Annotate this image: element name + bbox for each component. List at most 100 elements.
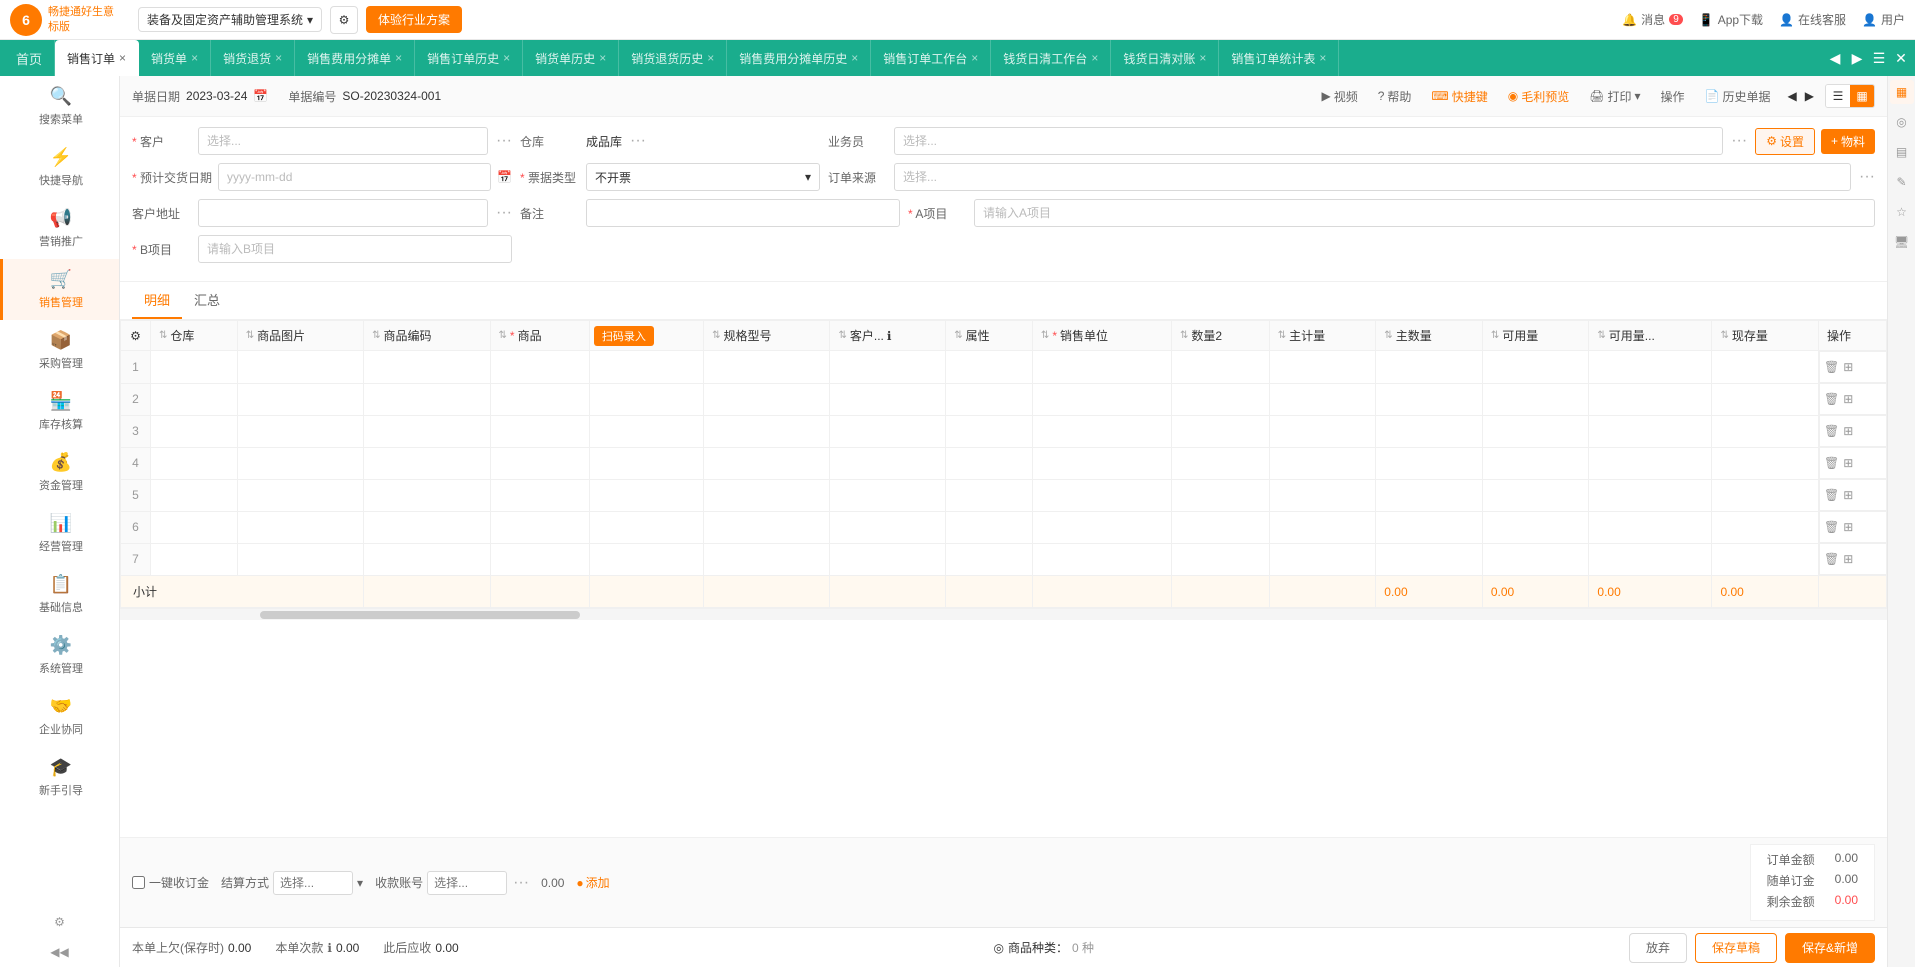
add-items-button[interactable]: + 物料 bbox=[1821, 129, 1875, 154]
col-spec[interactable]: ⇅规格型号 bbox=[704, 321, 830, 351]
row-main-unit[interactable] bbox=[1269, 351, 1376, 384]
tab-summary[interactable]: 汇总 bbox=[182, 282, 232, 319]
col-goods[interactable]: ⇅*商品 bbox=[490, 321, 589, 351]
customer-input[interactable] bbox=[198, 127, 488, 155]
h-scrollbar[interactable] bbox=[120, 608, 1887, 620]
sidebar-item-system[interactable]: ⚙️ 系统管理 bbox=[0, 625, 119, 686]
tab-close-icon[interactable]: × bbox=[1091, 51, 1098, 65]
tab-close-icon[interactable]: × bbox=[971, 51, 978, 65]
sidebar-item-finance[interactable]: 💰 资金管理 bbox=[0, 442, 119, 503]
tab-close-all-icon[interactable]: ✕ bbox=[1891, 48, 1911, 68]
row-attribute[interactable] bbox=[946, 351, 1033, 384]
row-stock[interactable] bbox=[1712, 351, 1819, 384]
delete-icon[interactable]: 🗑 bbox=[1824, 360, 1839, 374]
save-new-button[interactable]: 保存&新增 bbox=[1785, 933, 1875, 963]
scrollbar-thumb[interactable] bbox=[260, 611, 580, 619]
right-panel-icon-2[interactable]: ◎ bbox=[1890, 110, 1914, 134]
save-draft-button[interactable]: 保存草稿 bbox=[1695, 933, 1777, 963]
one-click-settle-checkbox[interactable]: 一键收订金 bbox=[132, 874, 209, 891]
salesperson-input[interactable] bbox=[894, 127, 1723, 155]
notification-button[interactable]: 🔔 消息 9 bbox=[1622, 11, 1683, 28]
sidebar-collapse-icon[interactable]: ◀◀ bbox=[0, 937, 119, 967]
calendar-icon[interactable]: 📅 bbox=[497, 170, 512, 184]
tab-close-icon[interactable]: × bbox=[1199, 51, 1206, 65]
sidebar-item-guide[interactable]: 🎓 新手引导 bbox=[0, 747, 119, 808]
sidebar-item-enterprise[interactable]: 🤝 企业协同 bbox=[0, 686, 119, 747]
delete-icon[interactable]: 🗑 bbox=[1824, 456, 1839, 470]
print-btn[interactable]: 🖨 打印 ▾ bbox=[1583, 86, 1646, 107]
sidebar-item-marketing[interactable]: 📢 营销推广 bbox=[0, 198, 119, 259]
sidebar-item-purchase[interactable]: 📦 采购管理 bbox=[0, 320, 119, 381]
a-project-input[interactable] bbox=[974, 199, 1875, 227]
list-view-btn[interactable]: ☰ bbox=[1826, 85, 1850, 107]
col-sales-unit[interactable]: ⇅*销售单位 bbox=[1032, 321, 1171, 351]
delete-icon[interactable]: 🗑 bbox=[1824, 552, 1839, 566]
right-panel-icon-3[interactable]: ▤ bbox=[1890, 140, 1914, 164]
tab-close-icon[interactable]: × bbox=[851, 51, 858, 65]
col-attribute[interactable]: ⇅属性 bbox=[946, 321, 1033, 351]
salesperson-expand-icon[interactable]: ··· bbox=[1731, 132, 1747, 150]
col-main-qty[interactable]: ⇅主数量 bbox=[1376, 321, 1483, 351]
operation-btn[interactable]: 操作 bbox=[1655, 86, 1691, 107]
col-qty2[interactable]: ⇅数量2 bbox=[1172, 321, 1270, 351]
copy-icon[interactable]: ⊞ bbox=[1843, 392, 1853, 406]
row-available[interactable] bbox=[1482, 351, 1589, 384]
nav-prev-icon[interactable]: ◀ bbox=[1785, 89, 1800, 103]
sidebar-item-sales[interactable]: 🛒 销售管理 bbox=[0, 259, 119, 320]
profit-btn[interactable]: ◉ 毛利预览 bbox=[1502, 86, 1576, 107]
col-warehouse[interactable]: ⇅仓库 bbox=[151, 321, 238, 351]
tab-close-icon[interactable]: × bbox=[707, 51, 714, 65]
gear-button[interactable]: ⚙ bbox=[330, 6, 358, 34]
delete-icon[interactable]: 🗑 bbox=[1824, 520, 1839, 534]
user-button[interactable]: 👤 用户 bbox=[1862, 11, 1905, 28]
system-selector[interactable]: 装备及固定资产辅助管理系统 ▾ bbox=[138, 7, 322, 32]
tab-sales-workbench[interactable]: 销售订单工作台 × bbox=[871, 40, 991, 76]
tab-next-arrow[interactable]: ▶ bbox=[1847, 48, 1867, 68]
delivery-date-input[interactable] bbox=[218, 163, 491, 191]
copy-icon[interactable]: ⊞ bbox=[1843, 360, 1853, 374]
row-qty2[interactable] bbox=[1172, 351, 1270, 384]
tab-close-icon[interactable]: × bbox=[1319, 51, 1326, 65]
copy-icon[interactable]: ⊞ bbox=[1843, 520, 1853, 534]
app-download-button[interactable]: 📱 App下载 bbox=[1699, 11, 1763, 28]
sidebar-settings-icon[interactable]: ⚙ bbox=[0, 907, 119, 937]
delete-icon[interactable]: 🗑 bbox=[1824, 392, 1839, 406]
online-service-button[interactable]: 👤 在线客服 bbox=[1779, 11, 1846, 28]
calendar-icon[interactable]: 📅 bbox=[253, 89, 268, 103]
settings-button[interactable]: ⚙ 设置 bbox=[1755, 128, 1815, 155]
row-main-qty[interactable] bbox=[1376, 351, 1483, 384]
copy-icon[interactable]: ⊞ bbox=[1843, 552, 1853, 566]
tab-menu-icon[interactable]: ☰ bbox=[1869, 48, 1889, 68]
warehouse-expand-icon[interactable]: ··· bbox=[630, 132, 646, 150]
sidebar-item-basic[interactable]: 📋 基础信息 bbox=[0, 564, 119, 625]
tab-sales-fee-split[interactable]: 销售费用分摊单 × bbox=[295, 40, 415, 76]
col-image[interactable]: ⇅商品图片 bbox=[237, 321, 363, 351]
sidebar-item-business[interactable]: 📊 经营管理 bbox=[0, 503, 119, 564]
scan-button[interactable]: 扫码录入 bbox=[594, 326, 654, 346]
account-expand-icon[interactable]: ··· bbox=[513, 874, 529, 892]
tab-sales-history[interactable]: 销货单历史 × bbox=[523, 40, 619, 76]
invoice-type-select[interactable]: 不开票 ▾ bbox=[586, 163, 820, 191]
right-panel-icon-1[interactable]: ▦ bbox=[1890, 80, 1914, 104]
receipt-account-input[interactable] bbox=[427, 871, 507, 895]
b-project-input[interactable] bbox=[198, 235, 512, 263]
row-available2[interactable] bbox=[1589, 351, 1712, 384]
tab-sales-order-history[interactable]: 销售订单历史 × bbox=[415, 40, 523, 76]
col-code[interactable]: ⇅商品编码 bbox=[364, 321, 490, 351]
tab-home[interactable]: 首页 bbox=[4, 40, 55, 76]
tab-prev-arrow[interactable]: ◀ bbox=[1825, 48, 1845, 68]
right-panel-icon-6[interactable]: 🖥 bbox=[1890, 230, 1914, 254]
row-spec[interactable] bbox=[704, 351, 830, 384]
delete-icon[interactable]: 🗑 bbox=[1824, 424, 1839, 438]
nav-next-icon[interactable]: ▶ bbox=[1802, 89, 1817, 103]
tab-close-icon[interactable]: × bbox=[599, 51, 606, 65]
delete-icon[interactable]: 🗑 bbox=[1824, 488, 1839, 502]
help-btn[interactable]: ? 帮助 bbox=[1372, 86, 1418, 107]
tab-sales-stats[interactable]: 销售订单统计表 × bbox=[1219, 40, 1339, 76]
grid-view-btn[interactable]: ▦ bbox=[1850, 85, 1874, 107]
tab-cash-reconcile[interactable]: 钱货日清对账 × bbox=[1111, 40, 1219, 76]
tab-close-icon[interactable]: × bbox=[275, 51, 282, 65]
customer-address-input[interactable] bbox=[198, 199, 488, 227]
row-goods[interactable] bbox=[490, 351, 589, 384]
order-source-input[interactable] bbox=[894, 163, 1851, 191]
